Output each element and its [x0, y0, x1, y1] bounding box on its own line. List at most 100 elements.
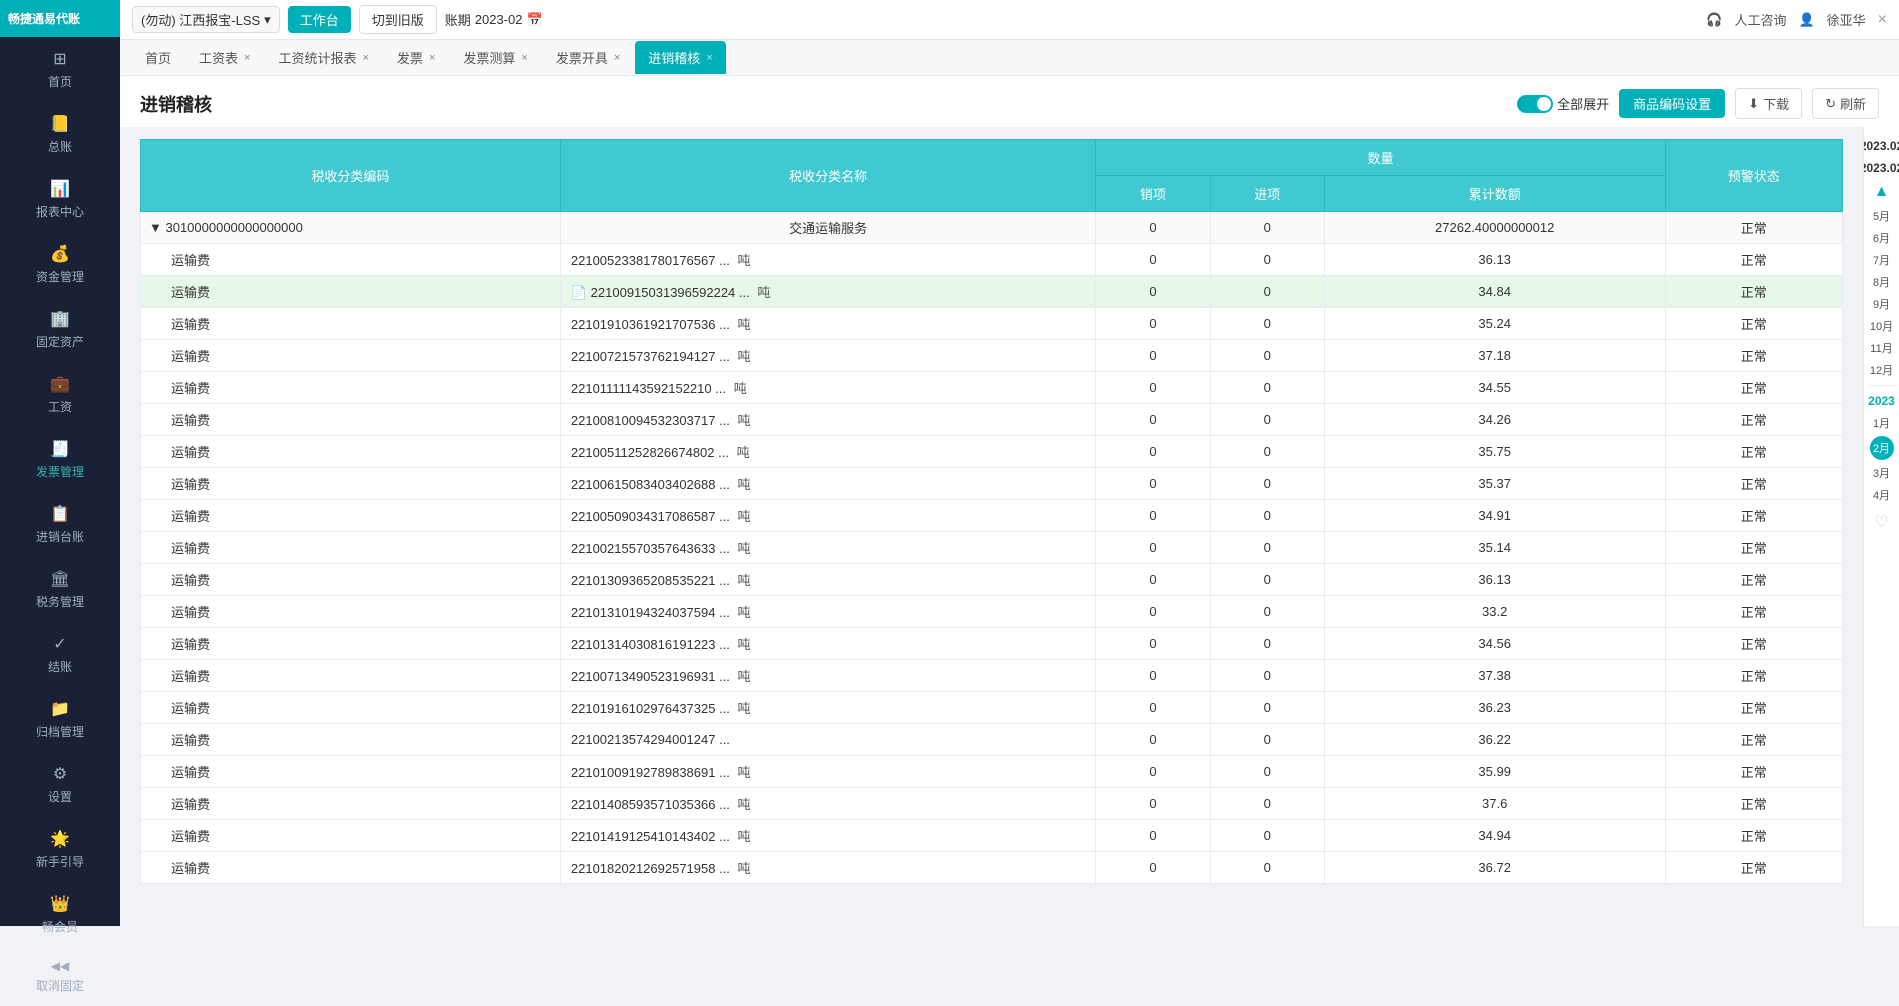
table-row[interactable]: ▼ 3010000000000000000 交通运输服务 0 0 27262.4…: [141, 212, 1843, 244]
download-button[interactable]: ⬇ 下载: [1735, 88, 1802, 119]
toggle-switch[interactable]: [1517, 95, 1553, 113]
month-8[interactable]: 8月: [1864, 271, 1899, 293]
sidebar-pin[interactable]: ◀◀ 取消固定: [0, 947, 120, 1006]
table-row[interactable]: 运输费 22101111143592152210 ... 吨 0 0 34.55…: [141, 372, 1843, 404]
tab-close-invoice-open[interactable]: ×: [614, 52, 620, 64]
row-item-name: 运输费: [141, 820, 561, 852]
sidebar-item-guide[interactable]: 🌟 新手引导: [0, 817, 120, 882]
month-6[interactable]: 6月: [1864, 227, 1899, 249]
month-12[interactable]: 12月: [1864, 359, 1899, 381]
sidebar-item-archive[interactable]: 📁 归档管理: [0, 687, 120, 752]
sidebar-item-reports[interactable]: 📊 报表中心: [0, 167, 120, 232]
month-7[interactable]: 7月: [1864, 249, 1899, 271]
row-cumulative: 34.94: [1324, 820, 1665, 852]
row-status: 正常: [1665, 276, 1842, 308]
row-cumulative: 33.2: [1324, 596, 1665, 628]
row-status: 正常: [1665, 212, 1842, 244]
row-purchase: 0: [1210, 724, 1324, 756]
row-cumulative: 36.13: [1324, 244, 1665, 276]
close-icon[interactable]: ×: [1878, 11, 1887, 29]
row-sales: 0: [1096, 308, 1210, 340]
table-row[interactable]: 运输费 22101419125410143402 ... 吨 0 0 34.94…: [141, 820, 1843, 852]
user-label[interactable]: 徐亚华: [1827, 10, 1866, 29]
table-row[interactable]: 运输费 22101910361921707536 ... 吨 0 0 35.24…: [141, 308, 1843, 340]
tab-invoice-open[interactable]: 发票开具×: [543, 41, 633, 74]
refresh-button[interactable]: ↻ 刷新: [1812, 88, 1879, 119]
tab-salary[interactable]: 工资表×: [186, 41, 263, 74]
tab-invoice-calc[interactable]: 发票测算×: [450, 41, 540, 74]
month-9[interactable]: 9月: [1864, 293, 1899, 315]
table-row[interactable]: 运输费 22100509034317086587 ... 吨 0 0 34.91…: [141, 500, 1843, 532]
sidebar-label-settings: 设置: [48, 788, 72, 805]
row-item-name: 运输费: [141, 596, 561, 628]
table-row[interactable]: 运输费 22100523381780176567 ... 吨 0 0 36.13…: [141, 244, 1843, 276]
row-purchase: 0: [1210, 660, 1324, 692]
tab-salary-report[interactable]: 工资统计报表×: [265, 41, 381, 74]
sidebar-item-funds[interactable]: 💰 资金管理: [0, 232, 120, 297]
table-row[interactable]: 运输费 22101310194324037594 ... 吨 0 0 33.2 …: [141, 596, 1843, 628]
table-row[interactable]: 运输费 22101820212692571958 ... 吨 0 0 36.72…: [141, 852, 1843, 884]
month-2[interactable]: 2月: [1870, 436, 1894, 460]
row-purchase: 0: [1210, 436, 1324, 468]
table-row[interactable]: 运输费 22100215570357643633 ... 吨 0 0 35.14…: [141, 532, 1843, 564]
heart-icon[interactable]: ♡: [1874, 506, 1888, 538]
month-1[interactable]: 1月: [1864, 412, 1899, 434]
support-label[interactable]: 人工咨询: [1734, 10, 1786, 29]
tab-close-salary-report[interactable]: ×: [362, 52, 368, 64]
sidebar-item-member[interactable]: 👑 畅会员: [0, 882, 120, 947]
month-3[interactable]: 3月: [1864, 462, 1899, 484]
table-row[interactable]: 运输费 📄 22100915031396592224 ... 吨 0 0 34.…: [141, 276, 1843, 308]
tab-close-invoice-calc[interactable]: ×: [521, 52, 527, 64]
workbench-button[interactable]: 工作台: [288, 6, 351, 33]
tab-invoice[interactable]: 发票×: [384, 41, 448, 74]
sidebar-item-invoices[interactable]: 🧾 发票管理: [0, 427, 120, 492]
tab-close-invoice[interactable]: ×: [429, 52, 435, 64]
sidebar-item-ledger[interactable]: 📒 总账: [0, 102, 120, 167]
company-name: (勿动) 江西报宝-LSS: [141, 10, 260, 29]
sidebar-item-assets[interactable]: 🏢 固定资产: [0, 297, 120, 362]
tab-home[interactable]: 首页: [132, 41, 184, 74]
scroll-up-button[interactable]: ▲: [1870, 179, 1894, 205]
toggle-expand[interactable]: 全部展开: [1517, 94, 1609, 113]
row-sales: 0: [1096, 564, 1210, 596]
table-row[interactable]: 运输费 22100721573762194127 ... 吨 0 0 37.18…: [141, 340, 1843, 372]
table-row[interactable]: 运输费 22101408593571035366 ... 吨 0 0 37.6 …: [141, 788, 1843, 820]
purchase-sales-icon: 📋: [50, 504, 70, 524]
table-row[interactable]: 运输费 22101314030816191223 ... 吨 0 0 34.56…: [141, 628, 1843, 660]
calendar-icon[interactable]: 📅: [526, 12, 542, 28]
sidebar-label-salary: 工资: [48, 398, 72, 415]
table-row[interactable]: 运输费 22100810094532303717 ... 吨 0 0 34.26…: [141, 404, 1843, 436]
year-label-prev2: 2023.02: [1863, 157, 1899, 179]
row-sales: 0: [1096, 372, 1210, 404]
sidebar-item-home[interactable]: ⊞ 首页: [0, 37, 120, 102]
row-purchase: 0: [1210, 308, 1324, 340]
table-row[interactable]: 运输费 22101309365208535221 ... 吨 0 0 36.13…: [141, 564, 1843, 596]
period-label: 账期: [445, 10, 471, 29]
settle-icon: ✓: [53, 634, 66, 654]
table-row[interactable]: 运输费 22100213574294001247 ... 0 0 36.22 正…: [141, 724, 1843, 756]
table-row[interactable]: 运输费 22100511252826674802 ... 吨 0 0 35.75…: [141, 436, 1843, 468]
main-area: (勿动) 江西报宝-LSS ▾ 工作台 切到旧版 账期 2023-02 📅 🎧 …: [120, 0, 1899, 926]
settings-button[interactable]: 商品编码设置: [1619, 89, 1725, 118]
month-11[interactable]: 11月: [1864, 337, 1899, 359]
month-4[interactable]: 4月: [1864, 484, 1899, 506]
row-purchase: 0: [1210, 820, 1324, 852]
row-status: 正常: [1665, 244, 1842, 276]
table-row[interactable]: 运输费 22100713490523196931 ... 吨 0 0 37.38…: [141, 660, 1843, 692]
month-5[interactable]: 5月: [1864, 205, 1899, 227]
tab-close-reconcile[interactable]: ×: [706, 52, 712, 64]
sidebar-item-settings[interactable]: ⚙ 设置: [0, 752, 120, 817]
switch-version-button[interactable]: 切到旧版: [359, 5, 437, 34]
table-row[interactable]: 运输费 22101916102976437325 ... 吨 0 0 36.23…: [141, 692, 1843, 724]
table-row[interactable]: 运输费 22100615083403402688 ... 吨 0 0 35.37…: [141, 468, 1843, 500]
company-selector[interactable]: (勿动) 江西报宝-LSS ▾: [132, 6, 280, 33]
tab-reconcile[interactable]: 进销稽核×: [635, 41, 725, 74]
tab-close-salary[interactable]: ×: [244, 52, 250, 64]
month-10[interactable]: 10月: [1864, 315, 1899, 337]
sidebar-item-purchase-sales[interactable]: 📋 进销台账: [0, 492, 120, 557]
row-code: ▼ 3010000000000000000: [141, 212, 561, 244]
sidebar-item-tax[interactable]: 🏛 税务管理: [0, 557, 120, 622]
sidebar-item-salary[interactable]: 💼 工资: [0, 362, 120, 427]
sidebar-item-settle[interactable]: ✓ 结账: [0, 622, 120, 687]
table-row[interactable]: 运输费 22101009192789838691 ... 吨 0 0 35.99…: [141, 756, 1843, 788]
